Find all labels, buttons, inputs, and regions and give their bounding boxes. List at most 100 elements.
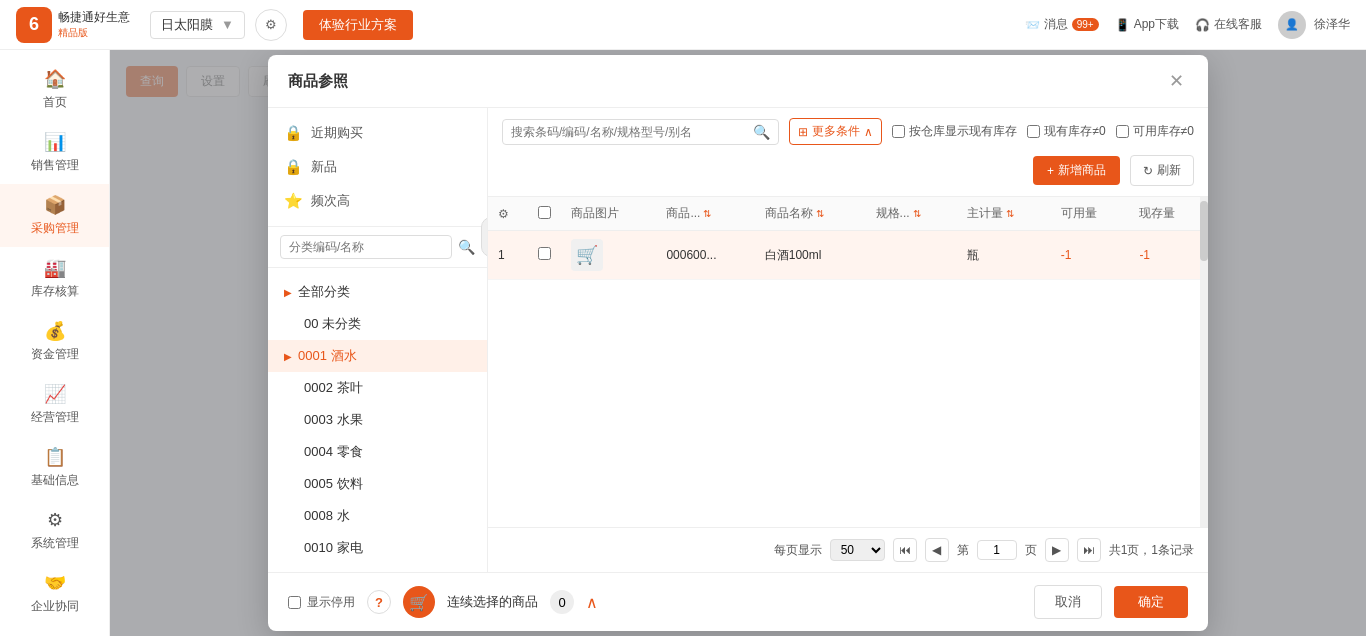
sidebar: 🏠 首页 📊 销售管理 📦 采购管理 🏭 库存核算 💰 资金管理 📈 经营管理 …: [0, 50, 110, 636]
tree-item-liquor[interactable]: ▶ 0001 酒水: [268, 340, 487, 372]
warehouse-stock-checkbox[interactable]: 按仓库显示现有库存: [892, 123, 1017, 140]
tree-item-uncategorized[interactable]: 00 未分类: [268, 308, 487, 340]
modal-left-panel: 🔒 近期购买 🔒 新品 ⭐ 频次高: [268, 108, 488, 572]
cell-name: 白酒100ml: [755, 231, 866, 280]
product-search-input[interactable]: [511, 125, 747, 139]
sidebar-item-enterprise[interactable]: 🤝 企业协同: [0, 562, 109, 625]
add-product-button[interactable]: + 新增商品: [1033, 156, 1120, 185]
cell-image: 🛒: [561, 231, 656, 280]
cell-unit: 瓶: [957, 231, 1051, 280]
cell-checkbox[interactable]: [528, 231, 561, 280]
sidebar-item-home[interactable]: 🏠 首页: [0, 58, 109, 121]
modal-right-panel: 🔍 ⊞ 更多条件 ∧ 按仓库显示现有库存: [488, 108, 1208, 572]
trial-button[interactable]: 体验行业方案: [303, 10, 413, 40]
first-page-button[interactable]: ⏮: [893, 538, 917, 562]
nonzero-available-checkbox[interactable]: 可用库存≠0: [1116, 123, 1194, 140]
category-search-icon[interactable]: 🔍: [458, 239, 475, 255]
modal-toolbar: 🔍 ⊞ 更多条件 ∧ 按仓库显示现有库存: [488, 108, 1208, 197]
tree-item-all[interactable]: ▶ 全部分类: [268, 276, 487, 308]
nav-user[interactable]: 👤 徐泽华: [1278, 11, 1350, 39]
modal-overlay: 商品参照 ✕ 🔒 近期购买 🔒: [110, 50, 1366, 636]
nav-app-download[interactable]: 📱 App下载: [1115, 16, 1179, 33]
product-search-icon[interactable]: 🔍: [753, 124, 770, 140]
sidebar-item-inventory[interactable]: 🏭 库存核算: [0, 247, 109, 310]
tree-item-water[interactable]: 0008 水: [268, 500, 487, 532]
sidebar-item-guide[interactable]: 📖 新手引导: [0, 625, 109, 636]
cell-spec: [866, 231, 957, 280]
help-button[interactable]: ?: [367, 590, 391, 614]
th-stock: 现存量: [1129, 197, 1208, 231]
modal-close-button[interactable]: ✕: [1164, 69, 1188, 93]
tree-item-tea[interactable]: 0002 茶叶: [268, 372, 487, 404]
next-page-button[interactable]: ▶: [1045, 538, 1069, 562]
modal-title: 商品参照: [288, 72, 348, 91]
th-unit[interactable]: 主计量⇅: [957, 197, 1051, 231]
page-label: 第: [957, 542, 969, 559]
new-product-tab[interactable]: 🔒 新品: [268, 150, 487, 184]
prev-page-button[interactable]: ◀: [925, 538, 949, 562]
logo-text: 畅捷通好生意 精品版: [58, 10, 130, 39]
page-suffix: 页: [1025, 542, 1037, 559]
star-icon: ⭐: [284, 192, 303, 210]
settings-icon[interactable]: ⚙: [255, 9, 287, 41]
sidebar-item-finance[interactable]: 💰 资金管理: [0, 310, 109, 373]
recent-purchase-tab[interactable]: 🔒 近期购买: [268, 116, 487, 150]
headset-icon: 🎧: [1195, 18, 1210, 32]
sidebar-item-sales[interactable]: 📊 销售管理: [0, 121, 109, 184]
app-logo: 6 畅捷通好生意 精品版: [16, 7, 130, 43]
sidebar-item-purchase[interactable]: 📦 采购管理: [0, 184, 109, 247]
more-filter-button[interactable]: ⊞ 更多条件 ∧: [789, 118, 882, 145]
cancel-button[interactable]: 取消: [1034, 585, 1102, 619]
th-spec[interactable]: 规格...⇅: [866, 197, 957, 231]
product-search-box: 🔍: [502, 119, 779, 145]
tree-item-fruit[interactable]: 0003 水果: [268, 404, 487, 436]
nonzero-stock-checkbox[interactable]: 现有库存≠0: [1027, 123, 1105, 140]
business-icon: 📈: [44, 383, 66, 405]
product-reference-modal: 商品参照 ✕ 🔒 近期购买 🔒: [268, 55, 1208, 631]
per-page-label: 每页显示: [774, 542, 822, 559]
th-available: 可用量: [1051, 197, 1130, 231]
frequent-tab[interactable]: ⭐ 频次高: [268, 184, 487, 218]
table-header: ⚙ 商品图片 商品...⇅ 商品名称⇅ 规格...⇅ 主计量⇅ 可用量 现存量: [488, 197, 1208, 231]
category-search: 🔍: [268, 227, 487, 268]
enterprise-icon: 🤝: [44, 572, 66, 594]
last-page-button[interactable]: ⏭: [1077, 538, 1101, 562]
modal-header: 商品参照 ✕: [268, 55, 1208, 108]
page-number-input[interactable]: [977, 540, 1017, 560]
nav-message[interactable]: 📨 消息 99+: [1025, 16, 1099, 33]
cell-available: -1: [1051, 231, 1130, 280]
th-image: 商品图片: [561, 197, 656, 231]
sidebar-item-system[interactable]: ⚙ 系统管理: [0, 499, 109, 562]
tree-item-appliances[interactable]: 0010 家电: [268, 532, 487, 564]
message-badge: 99+: [1072, 18, 1099, 31]
phone-icon: 📱: [1115, 18, 1130, 32]
per-page-select[interactable]: 50 10 20 100: [830, 539, 885, 561]
product-table: ⚙ 商品图片 商品...⇅ 商品名称⇅ 规格...⇅ 主计量⇅ 可用量 现存量: [488, 197, 1208, 280]
th-settings[interactable]: ⚙: [488, 197, 528, 231]
base-icon: 📋: [44, 446, 66, 468]
show-disabled-checkbox[interactable]: 显示停用: [288, 594, 355, 611]
confirm-button[interactable]: 确定: [1114, 586, 1188, 618]
table-scrollbar[interactable]: [1200, 197, 1208, 527]
tree-item-drinks[interactable]: 0005 饮料: [268, 468, 487, 500]
collapse-left-button[interactable]: «: [481, 217, 488, 257]
footer-collapse-button[interactable]: ∧: [586, 593, 598, 612]
scrollbar-thumb[interactable]: [1200, 201, 1208, 261]
cart-label: 连续选择的商品: [447, 593, 538, 611]
tree-item-snacks[interactable]: 0004 零食: [268, 436, 487, 468]
refresh-button[interactable]: ↻ 刷新: [1130, 155, 1194, 186]
plus-icon: +: [1047, 164, 1054, 178]
tree-arrow-icon: ▶: [284, 287, 292, 298]
th-checkbox[interactable]: [528, 197, 561, 231]
total-info: 共1页，1条记录: [1109, 542, 1194, 559]
cell-stock: -1: [1129, 231, 1208, 280]
th-code[interactable]: 商品...⇅: [656, 197, 754, 231]
home-icon: 🏠: [44, 68, 66, 90]
sidebar-item-business[interactable]: 📈 经营管理: [0, 373, 109, 436]
category-search-input[interactable]: [280, 235, 452, 259]
nav-online-service[interactable]: 🎧 在线客服: [1195, 16, 1262, 33]
table-row[interactable]: 1 🛒 000600... 白酒100ml 瓶: [488, 231, 1208, 280]
store-selector[interactable]: 日太阳膜 ▼: [150, 11, 245, 39]
th-name[interactable]: 商品名称⇅: [755, 197, 866, 231]
sidebar-item-base[interactable]: 📋 基础信息: [0, 436, 109, 499]
